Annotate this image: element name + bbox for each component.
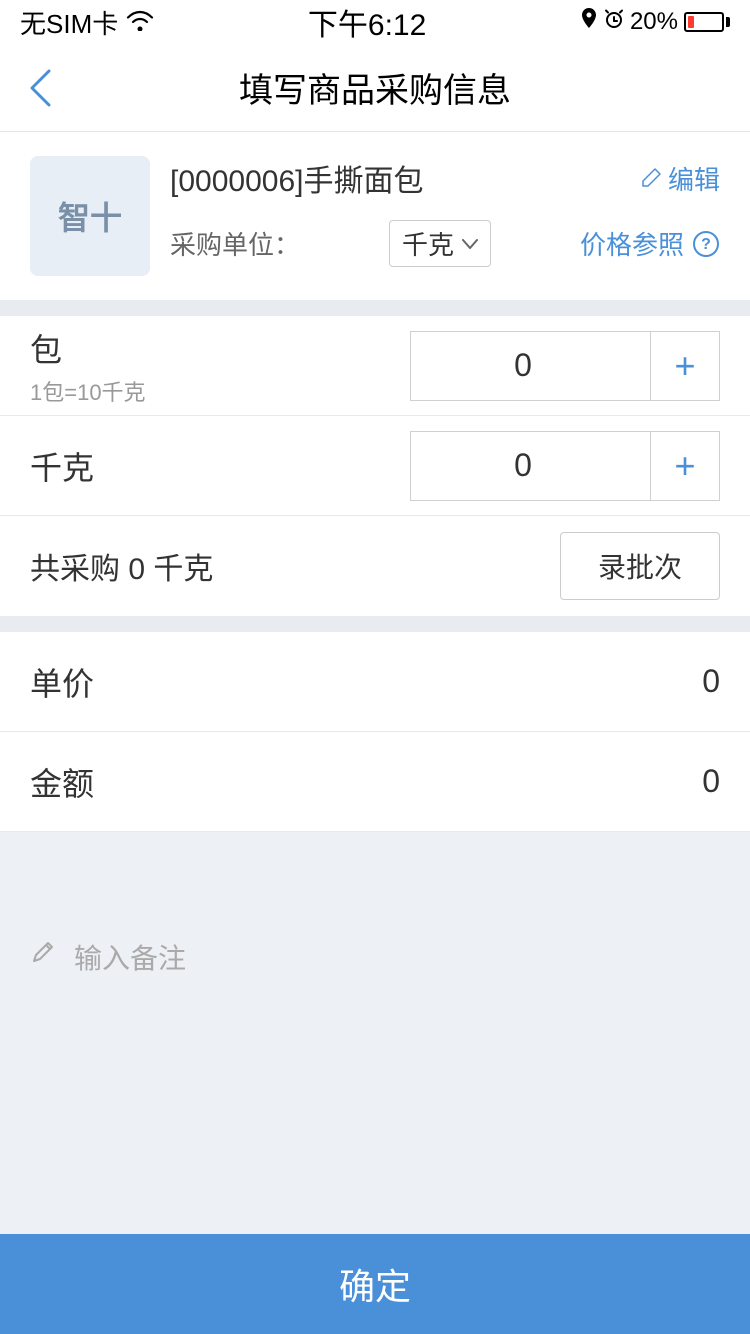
pencil-icon — [30, 939, 58, 974]
divider-2 — [0, 616, 750, 632]
bao-main-label: 包 — [30, 325, 170, 371]
bao-sub-label: 1包=10千克 — [30, 375, 170, 407]
status-bar: 无SIM卡 下午6:12 20% — [0, 0, 750, 44]
edit-button[interactable]: 编辑 — [640, 160, 720, 197]
input-section: 包 1包=10千克 + 千克 + — [0, 316, 750, 616]
unit-price-label: 单价 — [30, 659, 94, 705]
product-name-row: [0000006]手撕面包 编辑 — [170, 156, 720, 200]
battery-percent: 20% — [630, 8, 678, 36]
battery-icon — [684, 12, 730, 32]
location-icon — [580, 8, 598, 37]
back-button[interactable] — [0, 44, 80, 132]
bao-field-group: + — [170, 331, 720, 401]
bao-input-row: 包 1包=10千克 + — [0, 316, 750, 416]
nav-bar: 填写商品采购信息 — [0, 44, 750, 132]
product-image-text: 智十 — [58, 193, 122, 239]
bao-label: 包 1包=10千克 — [30, 325, 170, 407]
unit-price-value: 0 — [702, 663, 720, 700]
kg-main-label: 千克 — [30, 443, 170, 489]
total-row: 共采购 0 千克 录批次 — [0, 516, 750, 616]
confirm-button[interactable]: 确定 — [0, 1234, 750, 1334]
kg-quantity-input[interactable] — [410, 431, 650, 501]
carrier-text: 无SIM卡 — [20, 4, 118, 41]
spacer — [0, 1081, 750, 1234]
kg-input-row: 千克 + — [0, 416, 750, 516]
status-left: 无SIM卡 — [20, 4, 154, 41]
unit-price-row: 单价 0 — [0, 632, 750, 732]
svg-text:?: ? — [701, 236, 711, 253]
page-title: 填写商品采购信息 — [0, 63, 750, 112]
wifi-icon — [126, 7, 154, 38]
batch-button[interactable]: 录批次 — [560, 532, 720, 600]
kg-plus-button[interactable]: + — [650, 431, 720, 501]
status-time: 下午6:12 — [308, 0, 426, 44]
bao-plus-button[interactable]: + — [650, 331, 720, 401]
amount-value: 0 — [702, 763, 720, 800]
total-text: 共采购 0 千克 — [30, 544, 213, 588]
product-info: [0000006]手撕面包 编辑 采购单位： 千克 价格参照 — [170, 156, 720, 267]
bao-quantity-input[interactable] — [410, 331, 650, 401]
kg-field-group: + — [170, 431, 720, 501]
status-right: 20% — [580, 8, 730, 37]
product-image: 智十 — [30, 156, 150, 276]
amount-row: 金额 0 — [0, 732, 750, 832]
alarm-icon — [604, 8, 624, 36]
product-card: 智十 [0000006]手撕面包 编辑 采购单位： 千克 — [0, 132, 750, 300]
product-name: [0000006]手撕面包 — [170, 156, 423, 200]
amount-label: 金额 — [30, 759, 94, 805]
price-info-section: 单价 0 金额 0 — [0, 632, 750, 832]
note-placeholder: 输入备注 — [74, 937, 186, 977]
kg-label: 千克 — [30, 443, 170, 489]
divider-1 — [0, 300, 750, 316]
purchase-unit-row: 采购单位： 千克 价格参照 ? — [170, 220, 720, 267]
content-body: 智十 [0000006]手撕面包 编辑 采购单位： 千克 — [0, 132, 750, 1234]
unit-label: 采购单位： — [170, 225, 300, 262]
price-reference-button[interactable]: 价格参照 ? — [580, 225, 720, 262]
note-section[interactable]: 输入备注 — [0, 832, 750, 1081]
unit-select[interactable]: 千克 — [389, 220, 491, 267]
